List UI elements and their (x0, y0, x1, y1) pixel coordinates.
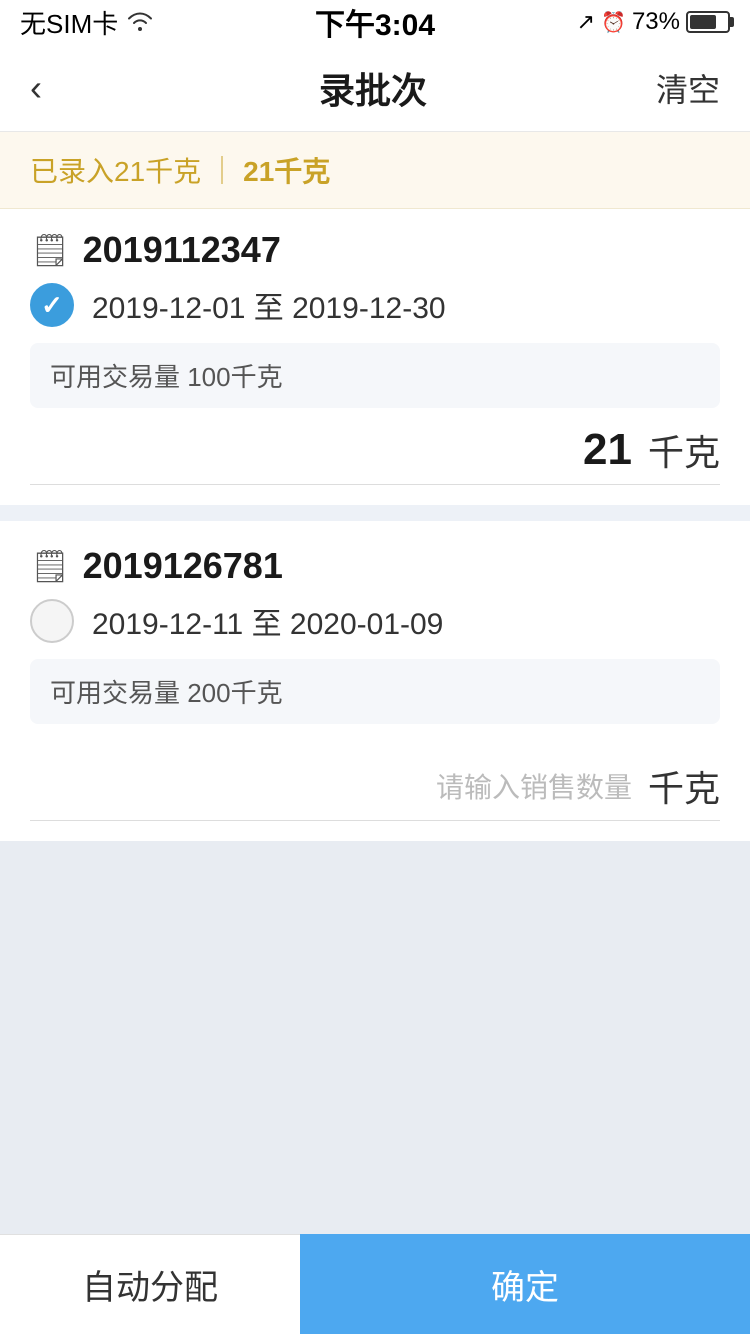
back-button[interactable]: ‹ (30, 67, 90, 109)
quantity-placeholder-2: 请输入销售数量 (30, 766, 632, 806)
summary-divider (221, 156, 223, 184)
nav-bar: ‹ 录批次 清空 (0, 44, 750, 132)
page-title: 录批次 (319, 62, 427, 114)
check-icon-1: ✓ (41, 290, 63, 321)
quantity-unit-1: 千克 (648, 424, 720, 476)
clear-button[interactable]: 清空 (656, 65, 720, 111)
summary-label: 已录入21千克 (30, 150, 201, 190)
alarm-icon: ⏰ (601, 10, 626, 35)
content-area: 🗒 2019112347 ✓ 2019-12-01 至 2019-12-30 可… (0, 209, 750, 841)
status-left: 无SIM卡 (20, 4, 154, 41)
spacer-2 (0, 821, 750, 841)
batch-separator (0, 505, 750, 521)
radio-1[interactable]: ✓ (30, 283, 74, 327)
batch-id-1: 2019112347 (83, 229, 281, 271)
quantity-unit-2: 千克 (648, 760, 720, 812)
batch-item-1: 🗒 2019112347 ✓ 2019-12-01 至 2019-12-30 可… (0, 209, 750, 408)
battery-icon (686, 11, 730, 33)
batch-header-2: 🗒 2019126781 (30, 545, 720, 587)
battery-percent: 73% (632, 8, 680, 36)
confirm-button[interactable]: 确定 (300, 1234, 750, 1334)
quantity-input-1[interactable] (552, 425, 632, 475)
quantity-row-1: 千克 (0, 408, 750, 476)
doc-icon-2: 🗒 (30, 547, 71, 585)
batch-avail-text-1: 可用交易量 100千克 (50, 362, 283, 392)
batch-avail-text-2: 可用交易量 200千克 (50, 678, 283, 708)
spacer-1 (0, 485, 750, 505)
carrier-text: 无SIM卡 (20, 4, 118, 41)
wifi-icon (126, 7, 154, 38)
batch-date-2: 2019-12-11 至 2020-01-09 (92, 599, 443, 643)
status-right: ↗ ⏰ 73% (577, 8, 730, 36)
summary-value: 21千克 (243, 150, 330, 190)
radio-2[interactable] (30, 599, 74, 643)
batch-row-1: ✓ 2019-12-01 至 2019-12-30 (30, 283, 720, 327)
location-icon: ↗ (577, 9, 595, 35)
bottom-bar: 自动分配 确定 (0, 1234, 750, 1334)
summary-banner: 已录入21千克 21千克 (0, 132, 750, 209)
batch-row-2: 2019-12-11 至 2020-01-09 (30, 599, 720, 643)
doc-icon-1: 🗒 (30, 231, 71, 269)
batch-item-2: 🗒 2019126781 2019-12-11 至 2020-01-09 可用交… (0, 521, 750, 744)
quantity-row-2: 请输入销售数量 千克 (0, 744, 750, 812)
batch-avail-2: 可用交易量 200千克 (30, 659, 720, 724)
time-display: 下午3:04 (315, 0, 435, 44)
batch-avail-1: 可用交易量 100千克 (30, 343, 720, 408)
bottom-space (0, 841, 750, 1241)
batch-date-1: 2019-12-01 至 2019-12-30 (92, 283, 446, 327)
batch-header-1: 🗒 2019112347 (30, 229, 720, 271)
auto-distribute-button[interactable]: 自动分配 (0, 1234, 300, 1334)
status-bar: 无SIM卡 下午3:04 ↗ ⏰ 73% (0, 0, 750, 44)
batch-id-2: 2019126781 (83, 545, 283, 587)
